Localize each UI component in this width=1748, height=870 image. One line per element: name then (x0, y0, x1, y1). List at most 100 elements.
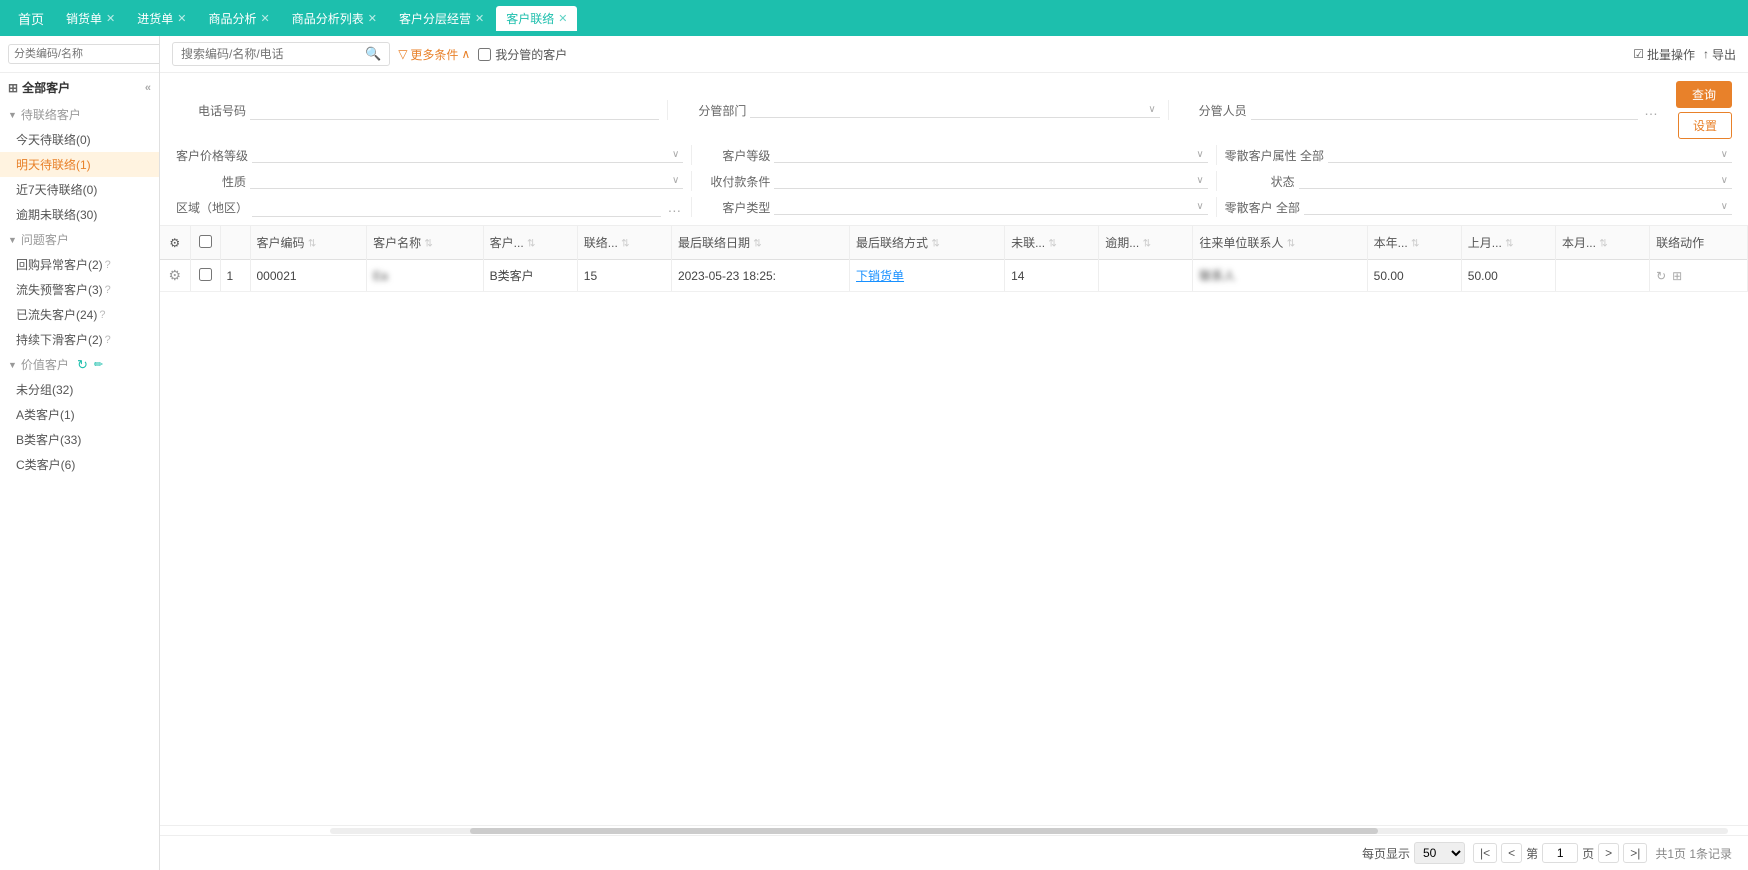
close-tab-icon[interactable]: ✕ (177, 12, 186, 25)
query-button[interactable]: 查询 (1676, 81, 1732, 108)
col-contact-count[interactable]: 联络... ⇅ (577, 226, 671, 260)
sidebar-c-class[interactable]: C类客户(6) (0, 452, 159, 477)
filter-icon: ▽ (398, 47, 407, 61)
col-checkbox[interactable] (190, 226, 220, 260)
sidebar-all-customers[interactable]: ⊞ 全部客户 « (0, 73, 159, 102)
refresh-icon[interactable]: ↻ (77, 357, 88, 373)
sidebar-today-contact[interactable]: 今天待联络(0) (0, 127, 159, 152)
page-size-selector: 每页显示 50 100 200 (1362, 842, 1465, 864)
filter-person-label: 分管人员 (1177, 102, 1247, 119)
footer: 每页显示 50 100 200 |< < 第 页 > >| 共1页 1条记录 (160, 835, 1748, 870)
filter-price-level-select[interactable]: ∨ (252, 147, 683, 163)
col-last-contact-method[interactable]: 最后联络方式 ⇅ (850, 226, 1005, 260)
export-button[interactable]: ↑ 导出 (1703, 46, 1736, 63)
col-customer-code[interactable]: 客户编码 ⇅ (250, 226, 367, 260)
nav-tab-product-list[interactable]: 商品分析列表 ✕ (282, 6, 387, 31)
contact-method-link[interactable]: 下销货单 (856, 269, 904, 283)
close-tab-icon[interactable]: ✕ (558, 12, 567, 25)
sidebar-tomorrow-contact[interactable]: 明天待联络(1) (0, 152, 159, 177)
row-customer-name: Ea (367, 260, 484, 292)
settings-button[interactable]: 设置 (1678, 112, 1732, 139)
filter-nature-select[interactable]: ∨ (250, 173, 683, 189)
help-icon[interactable]: ? (99, 309, 105, 321)
close-tab-icon[interactable]: ✕ (261, 12, 270, 25)
group-value-customers: ▼ 价值客户 ↻ ✏ (0, 352, 159, 377)
per-page-select[interactable]: 50 100 200 (1414, 842, 1465, 864)
row-uncontact: 14 (1005, 260, 1099, 292)
ellipsis-button[interactable]: … (1642, 100, 1660, 120)
nav-tab-customer-layering[interactable]: 客户分层经营 ✕ (389, 6, 494, 31)
batch-operation-button[interactable]: ☑ 批量操作 (1633, 46, 1695, 63)
my-customers-checkbox[interactable] (478, 48, 491, 61)
prev-page-button[interactable]: < (1501, 843, 1522, 863)
filter-customer-type: 客户类型 ∨ (700, 199, 1207, 216)
my-customers-checkbox-label[interactable]: 我分管的客户 (478, 46, 567, 63)
filter-payment-select[interactable]: ∨ (774, 173, 1207, 189)
row-gear[interactable]: ⚙ (160, 260, 190, 292)
help-icon[interactable]: ? (105, 284, 111, 296)
scroll-track[interactable] (330, 828, 1728, 834)
sidebar-7days-contact[interactable]: 近7天待联络(0) (0, 177, 159, 202)
action-icons: ↻ ⊞ (1656, 269, 1741, 283)
close-tab-icon[interactable]: ✕ (106, 12, 115, 25)
sidebar-churned[interactable]: 已流失客户(24) ? (0, 302, 159, 327)
col-customer-type[interactable]: 客户... ⇅ (483, 226, 577, 260)
row-customer-type: B类客户 (483, 260, 577, 292)
col-gear[interactable]: ⚙ (160, 226, 190, 260)
more-filters-button[interactable]: ▽ 更多条件 ∧ (398, 46, 470, 63)
nav-home[interactable]: 首页 (8, 5, 54, 32)
sidebar-b-class[interactable]: B类客户(33) (0, 427, 159, 452)
help-icon[interactable]: ? (105, 259, 111, 271)
row-last-contact-method[interactable]: 下销货单 (850, 260, 1005, 292)
nav-tab-customer-contact[interactable]: 客户联络 ✕ (496, 6, 577, 31)
next-page-button[interactable]: > (1598, 843, 1619, 863)
nav-tab-purchase[interactable]: 进货单 ✕ (127, 6, 196, 31)
filter-status-select[interactable]: ∨ (1299, 173, 1732, 189)
row-checkbox[interactable] (190, 260, 220, 292)
last-page-button[interactable]: >| (1623, 843, 1647, 863)
sidebar-overdue-contact[interactable]: 逾期未联络(30) (0, 202, 159, 227)
first-page-button[interactable]: |< (1473, 843, 1497, 863)
col-uncontact[interactable]: 未联... ⇅ (1005, 226, 1099, 260)
region-ellipsis-button[interactable]: … (665, 197, 683, 217)
sidebar-ungrouped[interactable]: 未分组(32) (0, 377, 159, 402)
grid-action-icon[interactable]: ⊞ (1672, 269, 1682, 283)
col-this-year[interactable]: 本年... ⇅ (1367, 226, 1461, 260)
filter-customer-level-select[interactable]: ∨ (774, 147, 1207, 163)
sort-icon: ⇅ (753, 238, 761, 249)
filter-retail-attr-select[interactable]: ∨ (1328, 147, 1732, 163)
sidebar-search-input[interactable] (8, 44, 160, 64)
search-input[interactable] (181, 47, 361, 61)
help-icon[interactable]: ? (105, 334, 111, 346)
search-button[interactable]: 🔍 (365, 46, 381, 62)
filter-retail-customer-select[interactable]: ∨ (1304, 199, 1732, 215)
col-unit-contact[interactable]: 往来单位联系人 ⇅ (1193, 226, 1367, 260)
filter-dept-select[interactable]: ∨ (750, 102, 1159, 118)
col-overdue[interactable]: 逾期... ⇅ (1099, 226, 1193, 260)
sidebar-repurchase-abnormal[interactable]: 回购异常客户(2) ? (0, 252, 159, 277)
page-number-input[interactable] (1542, 843, 1578, 863)
filter-person-input[interactable] (1251, 101, 1638, 120)
filter-region-input[interactable] (252, 198, 661, 217)
nav-tab-sales[interactable]: 销货单 ✕ (56, 6, 125, 31)
close-tab-icon[interactable]: ✕ (475, 12, 484, 25)
refresh-action-icon[interactable]: ↻ (1656, 269, 1666, 283)
col-this-month[interactable]: 本月... ⇅ (1555, 226, 1649, 260)
row-select-checkbox[interactable] (199, 268, 212, 281)
select-all-checkbox[interactable] (199, 235, 212, 248)
scroll-thumb[interactable] (470, 828, 1379, 834)
top-nav: 首页 销货单 ✕ 进货单 ✕ 商品分析 ✕ 商品分析列表 ✕ 客户分层经营 ✕ … (0, 0, 1748, 36)
filter-phone-input[interactable] (250, 101, 659, 120)
filter-customer-type-select[interactable]: ∨ (774, 199, 1207, 215)
row-overdue (1099, 260, 1193, 292)
sidebar-declining[interactable]: 持续下滑客户(2) ? (0, 327, 159, 352)
sidebar-a-class[interactable]: A类客户(1) (0, 402, 159, 427)
col-last-month[interactable]: 上月... ⇅ (1461, 226, 1555, 260)
col-customer-name[interactable]: 客户名称 ⇅ (367, 226, 484, 260)
edit-icon[interactable]: ✏ (94, 358, 103, 371)
col-last-contact-date[interactable]: 最后联络日期 ⇅ (671, 226, 849, 260)
nav-tab-product-analysis[interactable]: 商品分析 ✕ (198, 6, 279, 31)
filter-retail-customer-label: 零散客户 全部 (1225, 199, 1300, 216)
sidebar-churn-warning[interactable]: 流失预警客户(3) ? (0, 277, 159, 302)
close-tab-icon[interactable]: ✕ (368, 12, 377, 25)
